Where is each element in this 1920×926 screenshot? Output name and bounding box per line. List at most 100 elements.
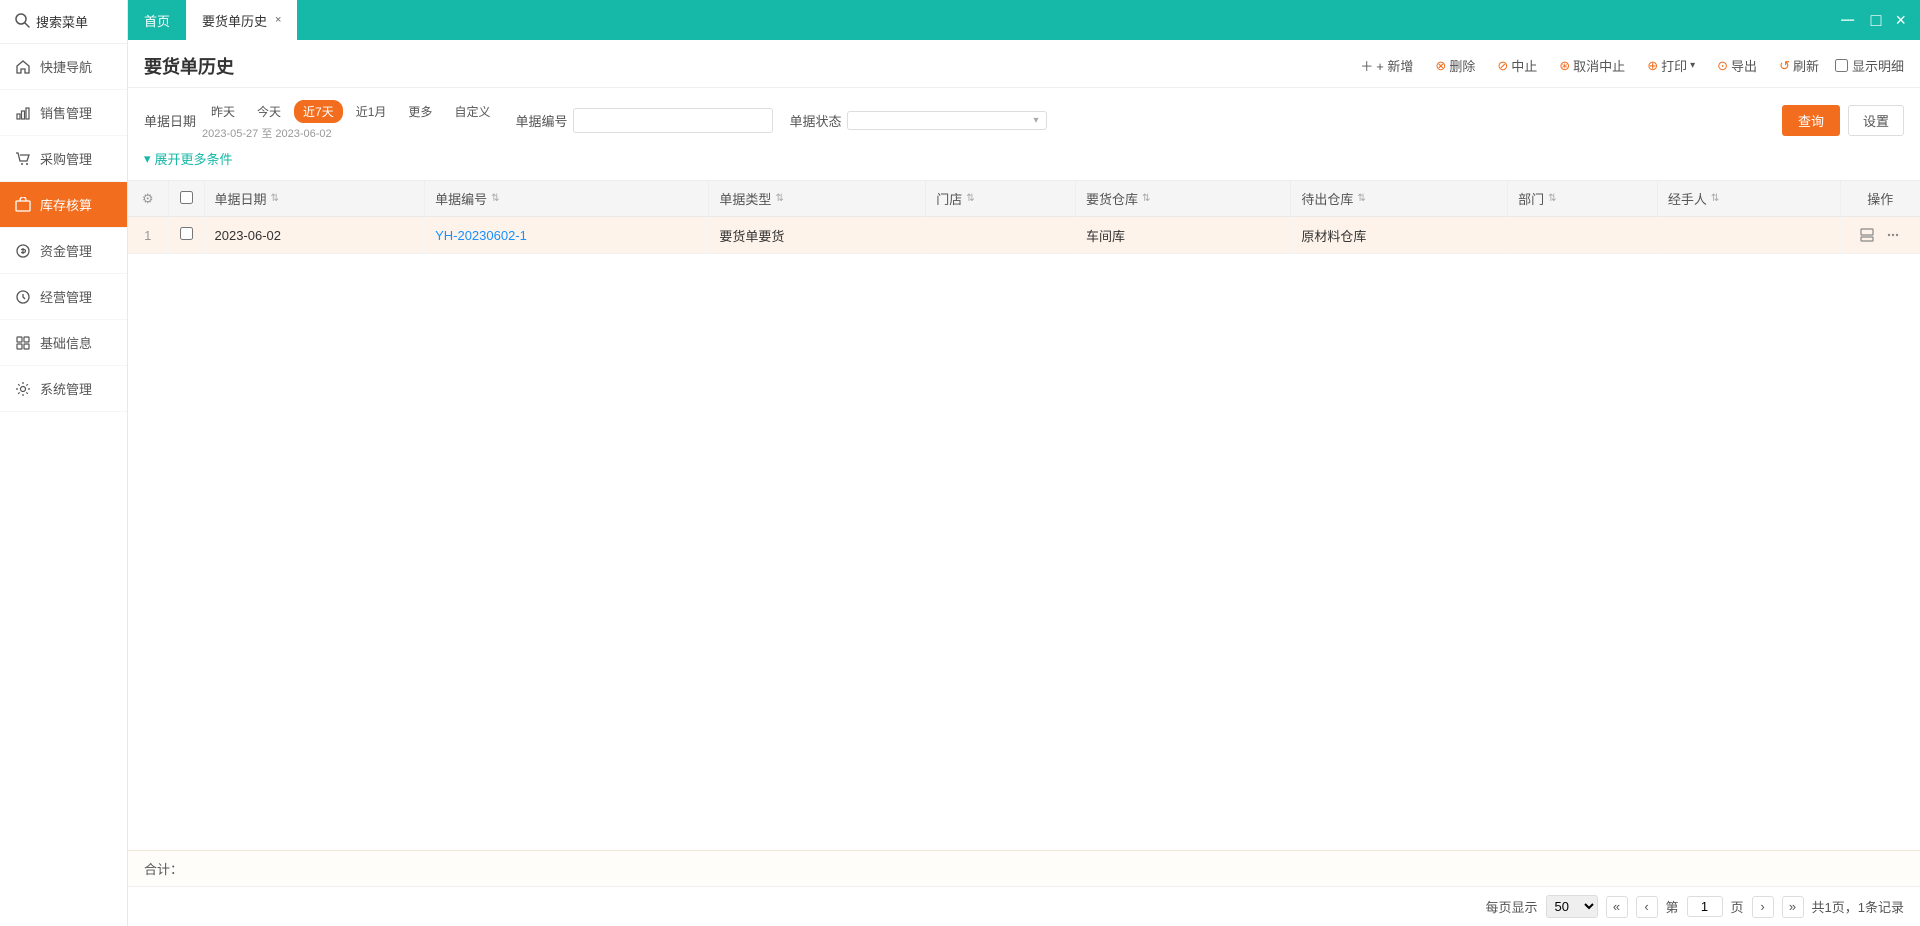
bill-type-sort-icon[interactable]: ⇅: [775, 193, 783, 204]
display-detail-checkbox[interactable]: 显示明细: [1835, 56, 1904, 75]
bill-no-filter-group: 单据编号: [515, 108, 773, 133]
filter-row: 单据日期 昨天 今天 近7天 近1月 更多 自定义 2023-05-27 至 2…: [144, 100, 1904, 141]
print-dropdown-icon: ▾: [1690, 60, 1695, 71]
stop-button[interactable]: ⊘ 中止: [1491, 52, 1543, 79]
display-detail-input[interactable]: [1835, 59, 1848, 72]
row-store: [926, 217, 1076, 254]
department-sort-icon[interactable]: ⇅: [1548, 193, 1556, 204]
page-input[interactable]: [1687, 896, 1723, 917]
refresh-icon: ↺: [1779, 58, 1790, 74]
sidebar-item-label: 资金管理: [40, 241, 92, 260]
filter-area: 单据日期 昨天 今天 近7天 近1月 更多 自定义 2023-05-27 至 2…: [128, 88, 1920, 181]
delete-label: 删除: [1449, 56, 1475, 75]
row-req-warehouse: 车间库: [1076, 217, 1291, 254]
sidebar: 搜索菜单 快捷导航 销售管理 采购管理 库存核算 资金管理 经营: [0, 0, 128, 926]
bill-no-label: 单据编号: [515, 111, 567, 130]
tab-home[interactable]: 首页: [128, 0, 186, 40]
close-button[interactable]: ×: [1889, 6, 1912, 35]
minimize-button[interactable]: －: [1833, 3, 1863, 37]
maximize-button[interactable]: □: [1865, 6, 1888, 35]
export-button[interactable]: ⊙ 导出: [1711, 52, 1763, 79]
sidebar-item-inventory[interactable]: 库存核算: [0, 182, 127, 228]
next-page-button[interactable]: ›: [1752, 896, 1774, 918]
data-table: ⚙ 单据日期 ⇅ 单据编号: [128, 181, 1920, 254]
sidebar-item-quick-nav[interactable]: 快捷导航: [0, 44, 127, 90]
status-dropdown-icon: ▾: [1033, 115, 1038, 126]
total-info: 共1页，1条记录: [1812, 897, 1904, 916]
last-page-button[interactable]: »: [1782, 896, 1804, 918]
sidebar-item-label: 快捷导航: [40, 57, 92, 76]
bill-no-input[interactable]: [573, 108, 773, 133]
sidebar-item-finance[interactable]: 资金管理: [0, 228, 127, 274]
print-button[interactable]: ⊕ 打印 ▾: [1641, 52, 1701, 79]
date-btn-custom[interactable]: 自定义: [445, 100, 499, 123]
sidebar-item-label: 基础信息: [40, 333, 92, 352]
bill-no-sort-icon[interactable]: ⇅: [491, 193, 499, 204]
col-department: 部门 ⇅: [1508, 181, 1658, 217]
date-btn-today[interactable]: 今天: [248, 100, 290, 123]
pagination: 每页显示 50 10 20 100 « ‹ 第 页 › » 共1页，1条记录: [128, 886, 1920, 926]
col-checkbox[interactable]: [168, 181, 204, 217]
delete-button[interactable]: ⊗ 删除: [1429, 52, 1481, 79]
delete-icon: ⊗: [1435, 58, 1446, 74]
sidebar-item-system[interactable]: 系统管理: [0, 366, 127, 412]
date-btn-more[interactable]: 更多: [399, 100, 441, 123]
export-icon: ⊙: [1717, 58, 1728, 74]
cancel-stop-label: 取消中止: [1573, 56, 1625, 75]
query-button[interactable]: 查询: [1782, 105, 1840, 136]
sidebar-item-operation[interactable]: 经营管理: [0, 274, 127, 320]
select-all-checkbox[interactable]: [180, 191, 193, 204]
handler-sort-icon[interactable]: ⇅: [1711, 193, 1719, 204]
chart-icon: [14, 104, 32, 122]
home-icon: [14, 58, 32, 76]
row-edit-icon[interactable]: [1856, 224, 1878, 246]
sidebar-item-basic[interactable]: 基础信息: [0, 320, 127, 366]
top-nav: 首页 要货单历史 × － □ ×: [128, 0, 1920, 40]
first-page-button[interactable]: «: [1606, 896, 1628, 918]
col-ops: 操作: [1840, 181, 1920, 217]
settings-button[interactable]: 设置: [1848, 105, 1904, 136]
date-filter-group: 单据日期 昨天 今天 近7天 近1月 更多 自定义 2023-05-27 至 2…: [144, 100, 499, 141]
row-checkbox[interactable]: [180, 227, 193, 240]
expand-label: 展开更多条件: [155, 149, 233, 168]
date-sort-icon[interactable]: ⇅: [271, 193, 279, 204]
cancel-stop-button[interactable]: ⊛ 取消中止: [1553, 52, 1631, 79]
store-sort-icon[interactable]: ⇅: [966, 193, 974, 204]
row-bill-no: YH-20230602-1: [425, 217, 709, 254]
bill-no-link[interactable]: YH-20230602-1: [435, 228, 527, 243]
sidebar-search-label: 搜索菜单: [36, 12, 88, 31]
operation-icon: [14, 288, 32, 306]
table-header-row: ⚙ 单据日期 ⇅ 单据编号: [128, 181, 1920, 217]
col-store: 门店 ⇅: [926, 181, 1076, 217]
per-page-label: 每页显示: [1485, 897, 1537, 916]
date-btn-last7days[interactable]: 近7天: [294, 100, 343, 123]
finance-icon: [14, 242, 32, 260]
prev-page-button[interactable]: ‹: [1636, 896, 1658, 918]
col-settings[interactable]: ⚙: [128, 181, 168, 217]
print-icon: ⊕: [1647, 58, 1658, 74]
tab-requisition-history-label: 要货单历史: [202, 11, 267, 30]
print-label: 打印: [1661, 56, 1687, 75]
sidebar-search[interactable]: 搜索菜单: [0, 0, 127, 44]
new-button[interactable]: ＋ + 新增: [1354, 52, 1419, 79]
sidebar-item-purchase[interactable]: 采购管理: [0, 136, 127, 182]
search-icon: [14, 12, 30, 31]
sidebar-item-sales[interactable]: 销售管理: [0, 90, 127, 136]
tab-close-icon[interactable]: ×: [275, 14, 281, 26]
req-warehouse-sort-icon[interactable]: ⇅: [1142, 193, 1150, 204]
row-department: [1508, 217, 1658, 254]
table-body: 1 2023-06-02 YH-20230602-1 要货单要货 车间库 原材料…: [128, 217, 1920, 254]
per-page-select[interactable]: 50 10 20 100: [1546, 895, 1598, 918]
col-date: 单据日期 ⇅: [204, 181, 425, 217]
toolbar: ＋ + 新增 ⊗ 删除 ⊘ 中止 ⊛ 取消中止 ⊕ 打印: [1354, 52, 1904, 79]
expand-filter-button[interactable]: ▾ 展开更多条件: [144, 149, 1904, 168]
date-btn-last1month[interactable]: 近1月: [347, 100, 396, 123]
pending-warehouse-sort-icon[interactable]: ⇅: [1357, 193, 1365, 204]
date-btn-yesterday[interactable]: 昨天: [202, 100, 244, 123]
expand-icon: ▾: [144, 151, 151, 167]
refresh-button[interactable]: ↺ 刷新: [1773, 52, 1825, 79]
status-select[interactable]: ▾: [847, 111, 1047, 130]
tab-requisition-history[interactable]: 要货单历史 ×: [186, 0, 297, 40]
row-more-icon[interactable]: [1882, 224, 1904, 246]
row-check[interactable]: [168, 217, 204, 254]
